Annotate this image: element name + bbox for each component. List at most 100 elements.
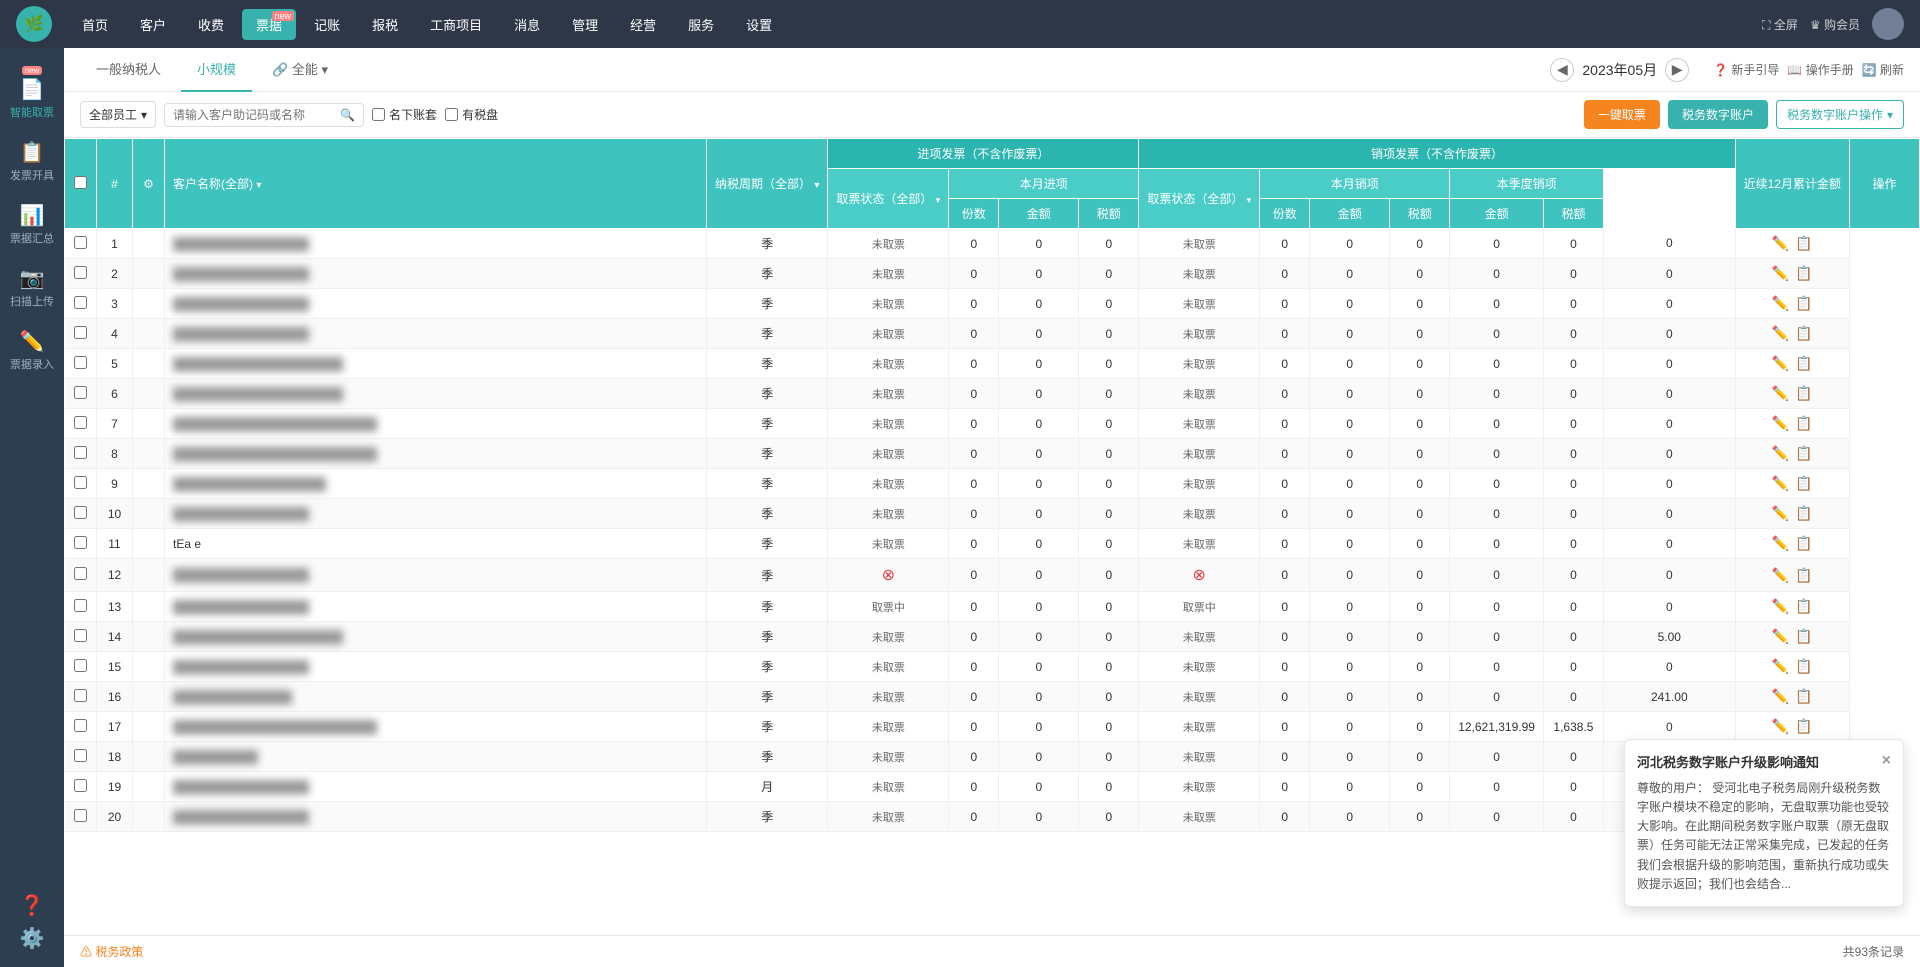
new-guide-btn[interactable]: ❓ 新手引导 bbox=[1713, 61, 1779, 78]
edit-icon[interactable]: ✏️ bbox=[1772, 658, 1789, 675]
nav-settings[interactable]: 设置 bbox=[732, 9, 786, 40]
copy-icon[interactable]: 📋 bbox=[1795, 567, 1812, 584]
row-checkbox[interactable] bbox=[74, 416, 87, 429]
row-checkbox[interactable] bbox=[74, 386, 87, 399]
edit-icon[interactable]: ✏️ bbox=[1772, 505, 1789, 522]
nav-fee[interactable]: 收费 bbox=[184, 9, 238, 40]
row-checkbox[interactable] bbox=[74, 599, 87, 612]
row-check[interactable] bbox=[65, 622, 97, 652]
row-check[interactable] bbox=[65, 712, 97, 742]
nav-invoice[interactable]: 票据 new bbox=[242, 9, 296, 40]
edit-icon[interactable]: ✏️ bbox=[1772, 295, 1789, 312]
has-tax-checkbox[interactable] bbox=[445, 108, 458, 121]
select-all-checkbox[interactable] bbox=[74, 176, 87, 189]
nav-customer[interactable]: 客户 bbox=[126, 9, 180, 40]
copy-icon[interactable]: 📋 bbox=[1795, 355, 1812, 372]
row-check[interactable] bbox=[65, 559, 97, 592]
tab-all[interactable]: 🔗 全能 ▾ bbox=[256, 48, 344, 92]
has-tax-checkbox-label[interactable]: 有税盘 bbox=[445, 106, 498, 123]
row-check[interactable] bbox=[65, 349, 97, 379]
nav-manage[interactable]: 管理 bbox=[558, 9, 612, 40]
row-check[interactable] bbox=[65, 409, 97, 439]
edit-icon[interactable]: ✏️ bbox=[1772, 235, 1789, 252]
edit-icon[interactable]: ✏️ bbox=[1772, 355, 1789, 372]
copy-icon[interactable]: 📋 bbox=[1795, 505, 1812, 522]
nav-message[interactable]: 消息 bbox=[500, 9, 554, 40]
refresh-btn[interactable]: 🔄 刷新 bbox=[1862, 61, 1904, 78]
edit-icon[interactable]: ✏️ bbox=[1772, 567, 1789, 584]
member-btn[interactable]: ♛ 购会员 bbox=[1810, 16, 1860, 33]
copy-icon[interactable]: 📋 bbox=[1795, 385, 1812, 402]
edit-icon[interactable]: ✏️ bbox=[1772, 325, 1789, 342]
period-prev-btn[interactable]: ◀ bbox=[1550, 58, 1574, 82]
th-period[interactable]: 纳税周期（全部） ▾ bbox=[707, 139, 828, 229]
copy-icon[interactable]: 📋 bbox=[1795, 598, 1812, 615]
sidebar-item-smart-invoice[interactable]: new 📄 智能取票 bbox=[4, 56, 60, 128]
copy-icon[interactable]: 📋 bbox=[1795, 628, 1812, 645]
copy-icon[interactable]: 📋 bbox=[1795, 235, 1812, 252]
th-check[interactable] bbox=[65, 139, 97, 229]
search-input[interactable] bbox=[173, 108, 336, 122]
row-checkbox[interactable] bbox=[74, 506, 87, 519]
row-checkbox[interactable] bbox=[74, 567, 87, 580]
edit-icon[interactable]: ✏️ bbox=[1772, 535, 1789, 552]
edit-icon[interactable]: ✏️ bbox=[1772, 415, 1789, 432]
sidebar-item-scan-upload[interactable]: 📷 扫描上传 bbox=[4, 258, 60, 317]
tax-digital-btn[interactable]: 税务数字账户 bbox=[1668, 100, 1768, 129]
edit-icon[interactable]: ✏️ bbox=[1772, 445, 1789, 462]
th-out-status[interactable]: 取票状态（全部） ▾ bbox=[1139, 169, 1260, 229]
row-check[interactable] bbox=[65, 259, 97, 289]
edit-icon[interactable]: ✏️ bbox=[1772, 385, 1789, 402]
fullscreen-btn[interactable]: ⛶ 全屏 bbox=[1762, 16, 1798, 33]
row-check[interactable] bbox=[65, 772, 97, 802]
my-accounts-checkbox-label[interactable]: 名下账套 bbox=[372, 106, 437, 123]
edit-icon[interactable]: ✏️ bbox=[1772, 628, 1789, 645]
row-check[interactable] bbox=[65, 229, 97, 259]
copy-icon[interactable]: 📋 bbox=[1795, 295, 1812, 312]
row-checkbox[interactable] bbox=[74, 236, 87, 249]
nav-accounting[interactable]: 记账 bbox=[300, 9, 354, 40]
copy-icon[interactable]: 📋 bbox=[1795, 718, 1812, 735]
edit-icon[interactable]: ✏️ bbox=[1772, 598, 1789, 615]
row-checkbox[interactable] bbox=[74, 779, 87, 792]
tab-small-scale[interactable]: 小规模 bbox=[181, 48, 252, 92]
nav-tax[interactable]: 报税 bbox=[358, 9, 412, 40]
my-accounts-checkbox[interactable] bbox=[372, 108, 385, 121]
copy-icon[interactable]: 📋 bbox=[1795, 535, 1812, 552]
row-checkbox[interactable] bbox=[74, 446, 87, 459]
period-next-btn[interactable]: ▶ bbox=[1665, 58, 1689, 82]
nav-home[interactable]: 首页 bbox=[68, 9, 122, 40]
tax-op-btn[interactable]: 税务数字账户操作 ▾ bbox=[1776, 100, 1904, 129]
one-click-btn[interactable]: 一键取票 bbox=[1584, 100, 1660, 129]
edit-icon[interactable]: ✏️ bbox=[1772, 475, 1789, 492]
edit-icon[interactable]: ✏️ bbox=[1772, 265, 1789, 282]
th-name[interactable]: 客户名称(全部) ▾ bbox=[165, 139, 707, 229]
tab-general-taxpayer[interactable]: 一般纳税人 bbox=[80, 48, 177, 92]
row-check[interactable] bbox=[65, 682, 97, 712]
copy-icon[interactable]: 📋 bbox=[1795, 658, 1812, 675]
row-checkbox[interactable] bbox=[74, 476, 87, 489]
row-checkbox[interactable] bbox=[74, 296, 87, 309]
row-check[interactable] bbox=[65, 439, 97, 469]
notif-close-btn[interactable]: × bbox=[1882, 752, 1891, 770]
row-check[interactable] bbox=[65, 379, 97, 409]
copy-icon[interactable]: 📋 bbox=[1795, 688, 1812, 705]
manual-btn[interactable]: 📖 操作手册 bbox=[1787, 61, 1853, 78]
copy-icon[interactable]: 📋 bbox=[1795, 325, 1812, 342]
sidebar-item-invoice-summary[interactable]: 📊 票据汇总 bbox=[4, 195, 60, 254]
nav-service[interactable]: 服务 bbox=[674, 9, 728, 40]
help-icon[interactable]: ❓ bbox=[20, 893, 45, 918]
nav-operate[interactable]: 经营 bbox=[616, 9, 670, 40]
nav-business[interactable]: 工商项目 bbox=[416, 9, 496, 40]
row-checkbox[interactable] bbox=[74, 659, 87, 672]
row-check[interactable] bbox=[65, 289, 97, 319]
row-checkbox[interactable] bbox=[74, 749, 87, 762]
edit-icon[interactable]: ✏️ bbox=[1772, 688, 1789, 705]
row-checkbox[interactable] bbox=[74, 266, 87, 279]
row-checkbox[interactable] bbox=[74, 326, 87, 339]
row-check[interactable] bbox=[65, 592, 97, 622]
row-checkbox[interactable] bbox=[74, 719, 87, 732]
edit-icon[interactable]: ✏️ bbox=[1772, 718, 1789, 735]
row-checkbox[interactable] bbox=[74, 629, 87, 642]
row-check[interactable] bbox=[65, 652, 97, 682]
